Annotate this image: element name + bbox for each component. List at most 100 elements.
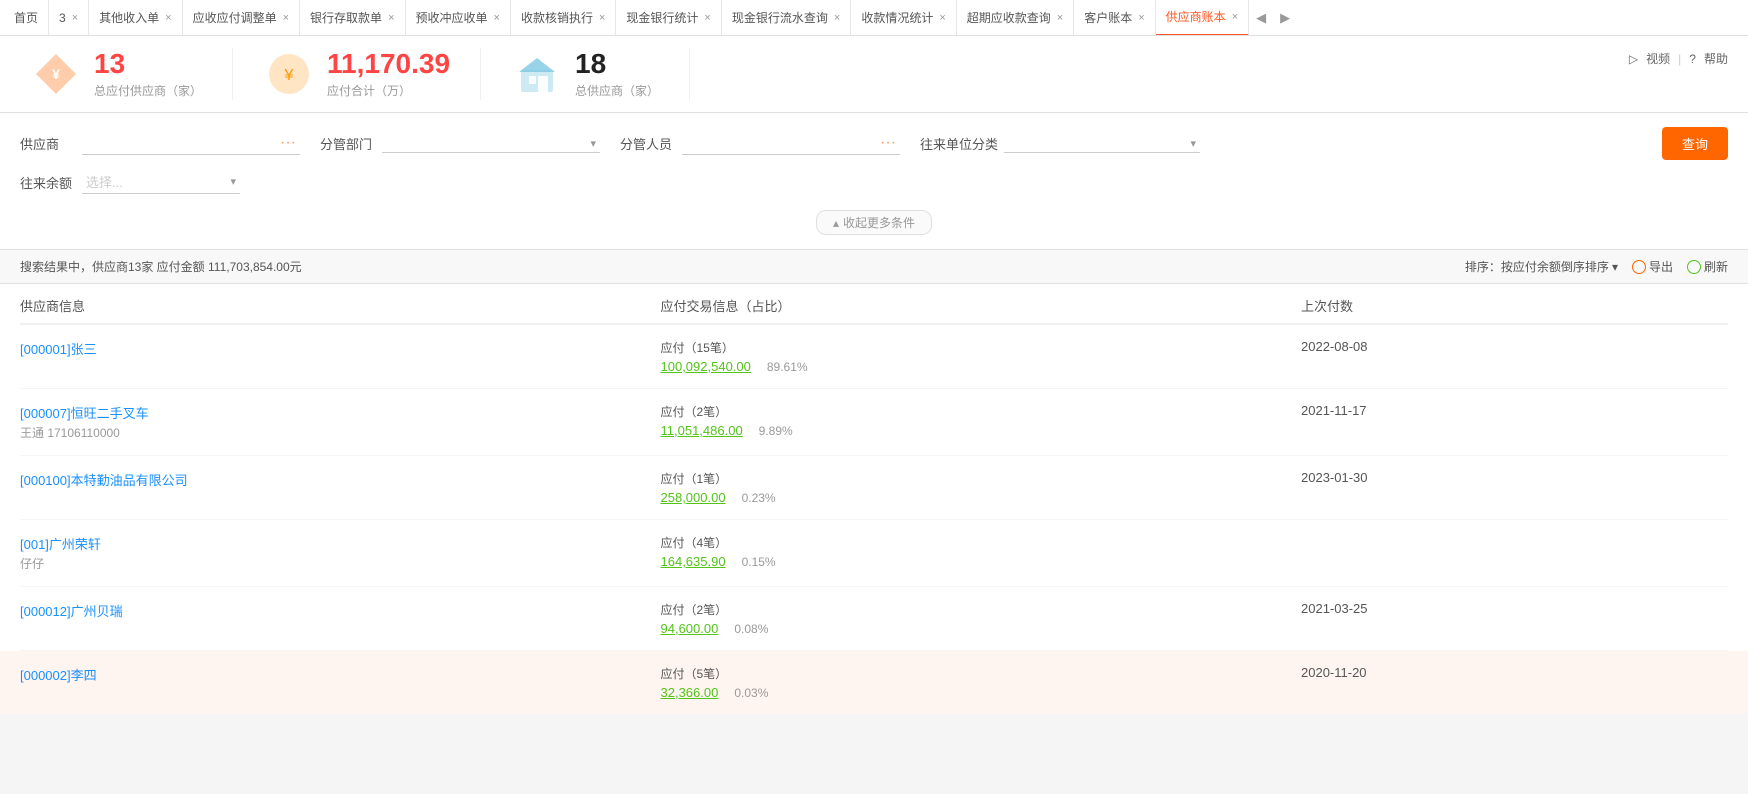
close-icon[interactable]: × — [72, 12, 78, 24]
supplier-link-2[interactable]: [000100]本特勤油品有限公司 — [20, 473, 188, 488]
nav-tab-other-income[interactable]: 其他收入单 × — [89, 0, 182, 36]
close-icon[interactable]: × — [1138, 12, 1144, 24]
category-select[interactable]: ▾ — [1004, 135, 1200, 153]
close-icon[interactable]: × — [599, 12, 605, 24]
refresh-icon — [1687, 260, 1701, 274]
trans-info-1: 应付（2笔） 11,051,486.00 9.89% — [661, 403, 1302, 441]
balance-select[interactable]: 选择... ▾ — [82, 170, 240, 194]
supplier-sub-3: 仔仔 — [20, 555, 661, 572]
nav-tab-receipt-verify-label: 收款核销执行 — [521, 9, 593, 26]
nav-tab-overdue-ar-label: 超期应收款查询 — [967, 9, 1051, 26]
nav-next-arrow[interactable]: ▶ — [1273, 0, 1297, 36]
supplier-input[interactable] — [86, 136, 280, 151]
last-date-text-5: 2020-11-20 — [1301, 665, 1367, 680]
nav-tab-receipt-stat[interactable]: 收款情况统计 × — [851, 0, 956, 36]
close-icon[interactable]: × — [939, 12, 945, 24]
nav-tab-customer-book-label: 客户账本 — [1084, 9, 1132, 26]
amount-row-2: 258,000.00 0.23% — [661, 490, 1302, 505]
search-button[interactable]: 查询 — [1662, 127, 1728, 160]
nav-tab-bank-deposit[interactable]: 银行存取款单 × — [300, 0, 405, 36]
nav-tab-home[interactable]: 首页 — [4, 0, 49, 36]
amount-link-3[interactable]: 164,635.90 — [661, 554, 726, 569]
close-icon[interactable]: × — [1232, 11, 1238, 23]
chevron-down-icon: ▾ — [590, 137, 596, 150]
nav-tab-advance-ar[interactable]: 预收冲应收单 × — [406, 0, 511, 36]
close-icon[interactable]: × — [388, 12, 394, 24]
stat-label-payable-total: 应付合计（万） — [327, 82, 450, 99]
amount-link-0[interactable]: 100,092,540.00 — [661, 359, 751, 374]
last-date-0: 2022-08-08 — [1301, 339, 1728, 374]
last-date-text-1: 2021-11-17 — [1301, 403, 1367, 418]
amount-row-1: 11,051,486.00 9.89% — [661, 423, 1302, 438]
supplier-link-0[interactable]: [000001]张三 — [20, 342, 97, 357]
export-label: 导出 — [1649, 258, 1673, 275]
search-row-2: 往来余额 选择... ▾ — [20, 170, 1728, 194]
top-right-links: ▷ 视频 | ? 帮助 — [1629, 50, 1728, 67]
amount-link-2[interactable]: 258,000.00 — [661, 490, 726, 505]
nav-tab-cash-bank-flow[interactable]: 现金银行流水查询 × — [722, 0, 851, 36]
amount-link-5[interactable]: 32,366.00 — [661, 685, 719, 700]
close-icon[interactable]: × — [704, 12, 710, 24]
export-button[interactable]: 导出 — [1632, 258, 1673, 275]
amount-row-3: 164,635.90 0.15% — [661, 554, 1302, 569]
table-header: 供应商信息 应付交易信息（占比） 上次付数 — [20, 284, 1728, 325]
person-dots-icon[interactable]: ··· — [880, 134, 896, 152]
close-icon[interactable]: × — [834, 12, 840, 24]
supplier-sub-1: 王通 17106110000 — [20, 424, 661, 441]
last-date-3 — [1301, 534, 1728, 572]
nav-tab-3[interactable]: 3 × — [49, 0, 89, 36]
stat-content-payable-total: 11,170.39 应付合计（万） — [327, 49, 450, 99]
supplier-field: 供应商 ··· — [20, 132, 300, 155]
trans-label-2: 应付（1笔） — [661, 470, 1302, 487]
svg-text:¥: ¥ — [284, 67, 294, 84]
close-icon[interactable]: × — [494, 12, 500, 24]
nav-tab-overdue-ar[interactable]: 超期应收款查询 × — [957, 0, 1074, 36]
nav-tab-receipt-verify[interactable]: 收款核销执行 × — [511, 0, 616, 36]
amount-link-1[interactable]: 11,051,486.00 — [661, 423, 743, 438]
col-header-last-payment: 上次付数 — [1301, 296, 1728, 315]
nav-tab-supplier-book[interactable]: 供应商账本 × — [1156, 0, 1249, 36]
supplier-link-1[interactable]: [000007]恒旺二手叉车 — [20, 406, 149, 421]
nav-tab-supplier-book-label: 供应商账本 — [1166, 8, 1226, 25]
supplier-link-4[interactable]: [000012]广州贝瑞 — [20, 604, 123, 619]
refresh-button[interactable]: 刷新 — [1687, 258, 1728, 275]
nav-prev-arrow[interactable]: ◀ — [1249, 0, 1273, 36]
trans-label-4: 应付（2笔） — [661, 601, 1302, 618]
nav-tab-customer-book[interactable]: 客户账本 × — [1074, 0, 1155, 36]
supplier-info-0: [000001]张三 — [20, 339, 661, 374]
supplier-dots-icon[interactable]: ··· — [280, 134, 296, 152]
nav-tab-home-label: 首页 — [14, 9, 38, 26]
category-label: 往来单位分类 — [920, 134, 998, 153]
last-date-text-4: 2021-03-25 — [1301, 601, 1368, 616]
stat-number-payable-suppliers: 13 — [94, 49, 202, 80]
supplier-info-3: [001]广州荣轩 仔仔 — [20, 534, 661, 572]
sort-select[interactable]: 排序：按应付余额倒序排序 ▾ — [1465, 258, 1618, 275]
supplier-link-3[interactable]: [001]广州荣轩 — [20, 537, 101, 552]
chevron-down-icon: ▾ — [230, 175, 236, 188]
table-row: [000002]李四 应付（5笔） 32,366.00 0.03% 2020-1… — [0, 651, 1748, 714]
trans-info-4: 应付（2笔） 94,600.00 0.08% — [661, 601, 1302, 636]
close-icon[interactable]: × — [283, 12, 289, 24]
person-input[interactable] — [686, 136, 880, 151]
nav-tab-ar-ap-adjust-label: 应收应付调整单 — [193, 9, 277, 26]
col-header-trans: 应付交易信息（占比） — [661, 296, 1302, 315]
last-date-text-2: 2023-01-30 — [1301, 470, 1368, 485]
close-icon[interactable]: × — [165, 12, 171, 24]
video-label[interactable]: 视频 — [1646, 50, 1670, 67]
trans-info-3: 应付（4笔） 164,635.90 0.15% — [661, 534, 1302, 572]
last-date-2: 2023-01-30 — [1301, 470, 1728, 505]
supplier-link-5[interactable]: [000002]李四 — [20, 668, 97, 683]
amount-row-5: 32,366.00 0.03% — [661, 685, 1302, 700]
close-icon[interactable]: × — [1057, 12, 1063, 24]
stat-number-total-suppliers: 18 — [575, 49, 659, 80]
stat-block-total-suppliers: 18 总供应商（家） — [501, 48, 690, 100]
supplier-info-2: [000100]本特勤油品有限公司 — [20, 470, 661, 505]
help-label[interactable]: 帮助 — [1704, 50, 1728, 67]
table-row: [000001]张三 应付（15笔） 100,092,540.00 89.61%… — [20, 325, 1728, 389]
nav-tab-cash-bank-flow-label: 现金银行流水查询 — [732, 9, 828, 26]
nav-tab-ar-ap-adjust[interactable]: 应收应付调整单 × — [183, 0, 300, 36]
amount-link-4[interactable]: 94,600.00 — [661, 621, 719, 636]
nav-tab-cash-bank-stat[interactable]: 现金银行统计 × — [616, 0, 721, 36]
dept-select[interactable]: ▾ — [382, 135, 600, 153]
collapse-button[interactable]: ▴ 收起更多条件 — [816, 210, 932, 235]
